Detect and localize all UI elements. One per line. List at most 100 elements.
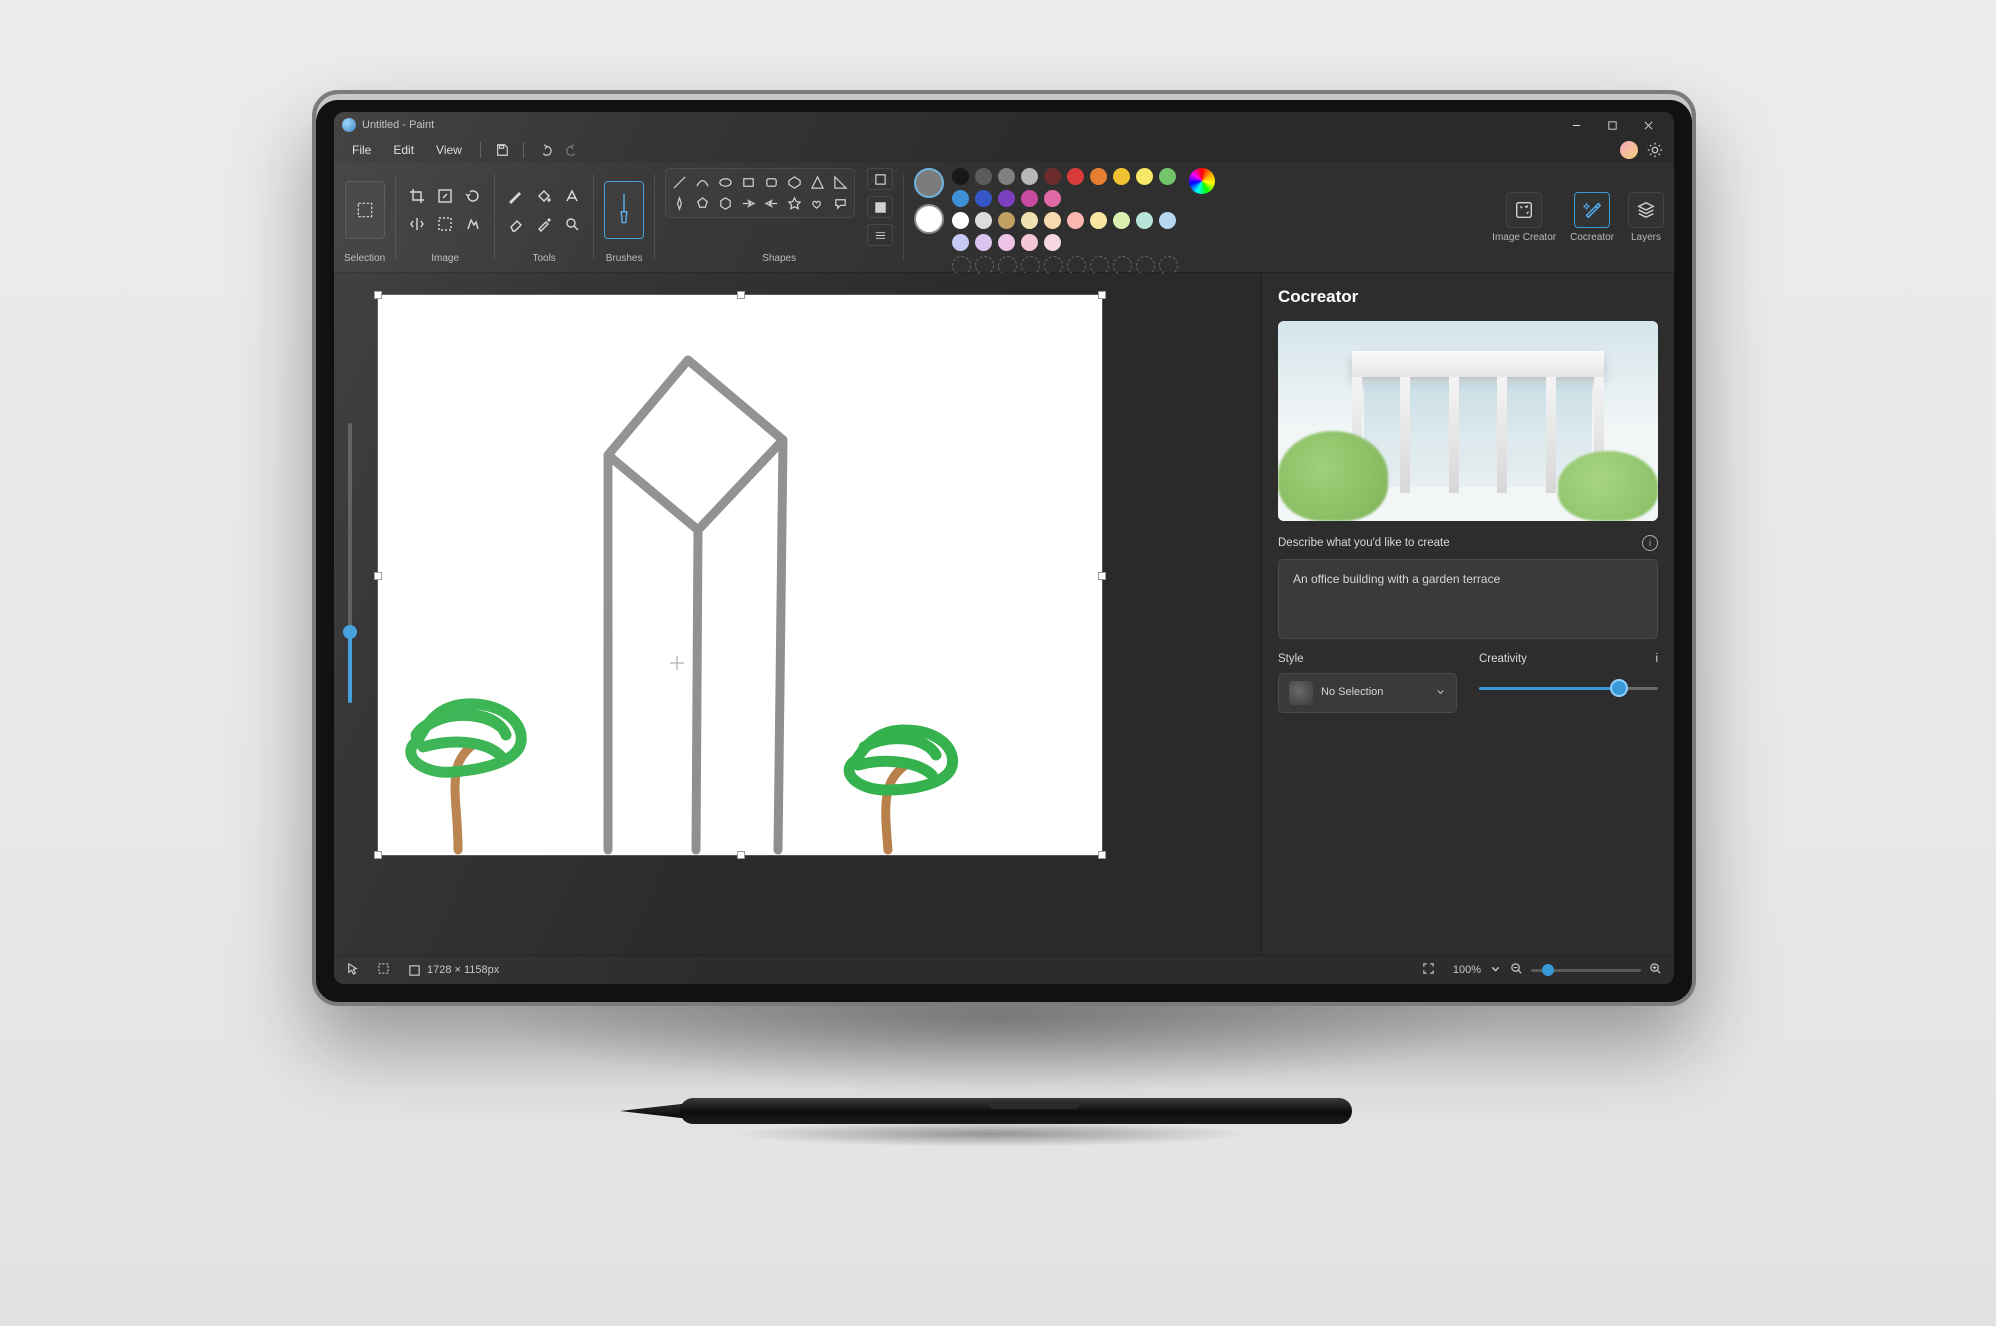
zoom-slider[interactable] xyxy=(1531,969,1641,972)
eraser-icon[interactable] xyxy=(505,213,527,235)
color-swatch[interactable] xyxy=(975,212,992,229)
flip-icon[interactable] xyxy=(406,213,428,235)
cocreator-panel: Cocreator Describe what you'd like to cr… xyxy=(1261,273,1674,955)
style-value: No Selection xyxy=(1321,686,1383,699)
color-swatch[interactable] xyxy=(952,212,969,229)
window-title: Untitled - Paint xyxy=(362,119,434,131)
menu-bar: File Edit View xyxy=(334,138,1674,162)
minimize-button[interactable] xyxy=(1558,113,1594,137)
color-swatch[interactable] xyxy=(998,190,1015,207)
menu-edit[interactable]: Edit xyxy=(385,141,422,159)
cocreator-label: Cocreator xyxy=(1570,232,1614,243)
crop-icon[interactable] xyxy=(406,185,428,207)
color-2[interactable] xyxy=(914,204,944,234)
chevron-down-icon[interactable] xyxy=(1489,962,1502,978)
group-brushes: Brushes xyxy=(604,168,644,266)
redo-icon[interactable] xyxy=(562,139,584,161)
group-label-selection: Selection xyxy=(344,253,385,266)
info-icon[interactable]: i xyxy=(1642,535,1658,551)
color-swatch[interactable] xyxy=(1090,168,1107,185)
color-swatch[interactable] xyxy=(1136,168,1153,185)
undo-icon[interactable] xyxy=(534,139,556,161)
color-swatch[interactable] xyxy=(1021,190,1038,207)
fill-icon[interactable] xyxy=(533,185,555,207)
group-shapes: Shapes xyxy=(665,168,893,266)
style-label: Style xyxy=(1278,653,1457,665)
color-swatch[interactable] xyxy=(1044,168,1061,185)
cocreator-heading: Cocreator xyxy=(1278,287,1658,307)
group-tools: Tools xyxy=(505,168,583,266)
layers-label: Layers xyxy=(1631,232,1661,243)
menu-file[interactable]: File xyxy=(344,141,379,159)
shape-fill-icon[interactable] xyxy=(867,196,893,218)
color-swatch[interactable] xyxy=(1159,168,1176,185)
zoom-control: 100% xyxy=(1453,962,1662,978)
shape-weight-icon[interactable] xyxy=(867,224,893,246)
color-swatch[interactable] xyxy=(1067,168,1084,185)
rotate-icon[interactable] xyxy=(462,185,484,207)
select-tool[interactable] xyxy=(345,181,385,239)
maximize-button[interactable] xyxy=(1594,113,1630,137)
color-1[interactable] xyxy=(914,168,944,198)
color-swatch[interactable] xyxy=(952,234,969,251)
shape-outline-icon[interactable] xyxy=(867,168,893,190)
creativity-slider[interactable] xyxy=(1479,673,1658,703)
color-swatch[interactable] xyxy=(1113,212,1130,229)
palette-row-1 xyxy=(952,168,1177,207)
group-label-brushes: Brushes xyxy=(606,253,643,266)
color-swatch[interactable] xyxy=(1067,212,1084,229)
shapes-gallery[interactable] xyxy=(665,168,855,218)
ribbon-toolbar: Selection Image xyxy=(334,162,1674,273)
color-swatch[interactable] xyxy=(975,190,992,207)
color-swatch[interactable] xyxy=(952,168,969,185)
picker-icon[interactable] xyxy=(533,213,555,235)
color-swatch[interactable] xyxy=(975,168,992,185)
cocreator-button[interactable]: Cocreator xyxy=(1570,168,1614,266)
color-swatch[interactable] xyxy=(952,190,969,207)
group-selection: Selection xyxy=(344,168,385,266)
layers-button[interactable]: Layers xyxy=(1628,168,1664,266)
edit-colors-icon[interactable] xyxy=(1189,168,1215,194)
cocreator-preview[interactable] xyxy=(1278,321,1658,521)
title-bar: Untitled - Paint xyxy=(334,112,1674,138)
zoom-in-icon[interactable] xyxy=(1649,962,1662,978)
color-swatch[interactable] xyxy=(1044,212,1061,229)
resize-icon[interactable] xyxy=(434,185,456,207)
magnifier-icon[interactable] xyxy=(561,213,583,235)
close-button[interactable] xyxy=(1630,113,1666,137)
color-swatch[interactable] xyxy=(998,212,1015,229)
color-swatch[interactable] xyxy=(1044,190,1061,207)
group-label-image: Image xyxy=(431,253,459,266)
color-swatch[interactable] xyxy=(975,234,992,251)
brush-size-slider[interactable] xyxy=(348,423,352,703)
group-label-shapes: Shapes xyxy=(762,253,796,266)
style-dropdown[interactable]: No Selection xyxy=(1278,673,1457,713)
color-swatch[interactable] xyxy=(1090,212,1107,229)
zoom-out-icon[interactable] xyxy=(1510,962,1523,978)
pencil-icon[interactable] xyxy=(505,185,527,207)
tablet-device: Untitled - Paint File Edit View xyxy=(312,90,1696,1006)
color-swatch[interactable] xyxy=(998,168,1015,185)
color-swatch[interactable] xyxy=(1113,168,1130,185)
drawing-canvas[interactable] xyxy=(378,295,1102,855)
text-icon[interactable] xyxy=(561,185,583,207)
generative-erase-icon[interactable] xyxy=(462,213,484,235)
brush-picker[interactable] xyxy=(604,181,644,239)
color-swatch[interactable] xyxy=(1021,212,1038,229)
color-swatch[interactable] xyxy=(1044,234,1061,251)
settings-icon[interactable] xyxy=(1646,141,1664,159)
prompt-input[interactable]: An office building with a garden terrace xyxy=(1278,559,1658,639)
color-swatch[interactable] xyxy=(1159,212,1176,229)
remove-bg-icon[interactable] xyxy=(434,213,456,235)
image-creator-button[interactable]: Image Creator xyxy=(1492,168,1556,266)
info-icon[interactable]: i xyxy=(1655,653,1658,665)
user-avatar[interactable] xyxy=(1620,141,1638,159)
selection-size-icon xyxy=(377,962,390,978)
color-swatch[interactable] xyxy=(998,234,1015,251)
color-swatch[interactable] xyxy=(1021,234,1038,251)
color-swatch[interactable] xyxy=(1136,212,1153,229)
fit-screen-icon[interactable] xyxy=(1422,962,1435,978)
color-swatch[interactable] xyxy=(1021,168,1038,185)
menu-view[interactable]: View xyxy=(428,141,470,159)
save-icon[interactable] xyxy=(491,139,513,161)
